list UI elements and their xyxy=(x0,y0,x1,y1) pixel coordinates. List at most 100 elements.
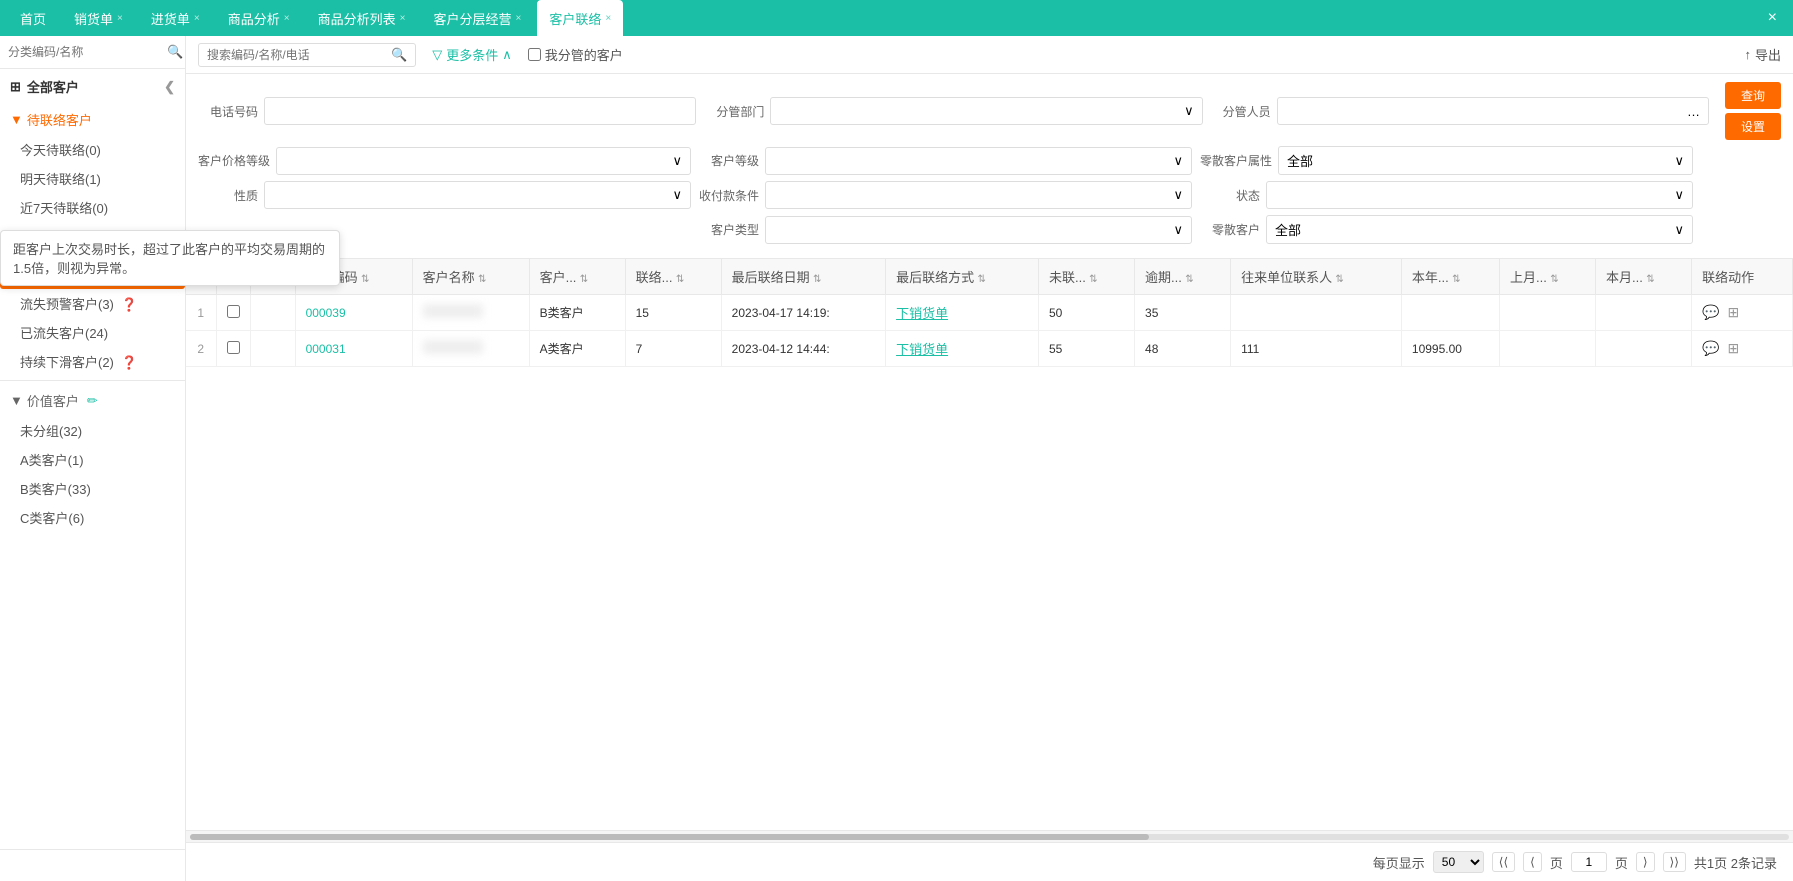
price-level-select[interactable]: ∨ xyxy=(276,147,691,175)
query-button[interactable]: 查询 xyxy=(1725,82,1781,109)
tab-sales[interactable]: 销货单 × xyxy=(62,0,135,36)
page-label-end: 页 xyxy=(1615,853,1628,872)
person-input[interactable]: … xyxy=(1277,97,1709,125)
retail-customer-select[interactable]: 全部∨ xyxy=(1266,215,1693,244)
grid-icon: ⊞ xyxy=(10,79,21,95)
sidebar-value-header[interactable]: ▼ 价值客户 ✏ xyxy=(0,385,185,416)
per-page-select[interactable]: 50 100 200 xyxy=(1433,851,1484,873)
search-box: 🔍 xyxy=(198,43,416,67)
retail-attr-select[interactable]: 全部∨ xyxy=(1278,146,1693,175)
close-icon[interactable]: × xyxy=(605,13,611,24)
sidebar-item-b-class[interactable]: B类客户(33) xyxy=(0,474,185,503)
page-number-input[interactable] xyxy=(1571,852,1607,872)
next-page-button[interactable]: ⟩ xyxy=(1636,852,1655,872)
col-unit-contact[interactable]: 往来单位联系人 ⇅ xyxy=(1231,259,1402,295)
sidebar-item-tomorrow[interactable]: 明天待联络(1) xyxy=(0,164,185,193)
close-all-button[interactable]: × xyxy=(1760,9,1785,27)
filter-cell-retail-attr: 零散客户属性 全部∨ xyxy=(1200,146,1693,175)
sidebar-pending-header[interactable]: ▼ 待联络客户 xyxy=(0,104,185,135)
sidebar-item-c-class[interactable]: C类客户(6) xyxy=(0,503,185,532)
contact-method-link[interactable]: 下销货单 xyxy=(896,306,948,321)
tab-product-analysis-list[interactable]: 商品分析列表 × xyxy=(306,0,418,36)
customer-type-select[interactable]: ∨ xyxy=(765,216,1192,244)
tab-product-analysis[interactable]: 商品分析 × xyxy=(216,0,302,36)
sort-icon: ⇅ xyxy=(1646,274,1654,285)
last-page-button[interactable]: ⟩⟩ xyxy=(1663,852,1686,872)
payment-select[interactable]: ∨ xyxy=(765,181,1192,209)
more-action-icon[interactable]: ⊞ xyxy=(1728,340,1740,357)
total-records: 共1页 2条记录 xyxy=(1694,853,1777,872)
row-last-contact-method[interactable]: 下销货单 xyxy=(886,331,1039,367)
scrollbar-track xyxy=(190,834,1789,840)
tooltip-box: 距客户上次交易时长，超过了此客户的平均交易周期的1.5倍，则视为异常。 xyxy=(186,230,340,286)
tab-home[interactable]: 首页 xyxy=(8,0,58,36)
contact-icon[interactable]: 💬 xyxy=(1702,304,1719,321)
col-overdue[interactable]: 逾期... ⇅ xyxy=(1135,259,1231,295)
close-icon[interactable]: × xyxy=(400,13,406,24)
col-last-contact-date[interactable]: 最后联络日期 ⇅ xyxy=(721,259,885,295)
scrollbar-thumb[interactable] xyxy=(190,834,1149,840)
row-this-month xyxy=(1596,331,1692,367)
col-last-contact-method[interactable]: 最后联络方式 ⇅ xyxy=(886,259,1039,295)
close-icon[interactable]: × xyxy=(284,13,290,24)
col-uncontacted[interactable]: 未联... ⇅ xyxy=(1038,259,1134,295)
row-checkbox[interactable] xyxy=(227,341,240,354)
row-last-contact-method[interactable]: 下销货单 xyxy=(886,295,1039,331)
sidebar-item-a-class[interactable]: A类客户(1) xyxy=(0,445,185,474)
sidebar-search-input[interactable] xyxy=(8,45,163,59)
sort-icon: ⇅ xyxy=(478,274,486,285)
col-last-month[interactable]: 上月... ⇅ xyxy=(1500,259,1596,295)
col-type[interactable]: 客户... ⇅ xyxy=(529,259,625,295)
sidebar-item-7days[interactable]: 近7天待联络(0) xyxy=(0,193,185,222)
sort-icon: ⇅ xyxy=(1550,274,1558,285)
contact-icon[interactable]: 💬 xyxy=(1702,340,1719,357)
close-icon[interactable]: × xyxy=(515,13,521,24)
nature-select[interactable]: ∨ xyxy=(264,181,691,209)
sidebar-item-already-lost[interactable]: 已流失客户(24) xyxy=(0,318,185,347)
export-button[interactable]: ↑ 导出 xyxy=(1744,45,1781,64)
content-area: 🔍 ▽ 更多条件 ∧ 我分管的客户 ↑ 导出 电话号码 xyxy=(186,36,1793,881)
row-code[interactable]: 000031 xyxy=(295,331,412,367)
retail-attr-label: 零散客户属性 xyxy=(1200,152,1272,169)
sidebar-bottom xyxy=(0,849,185,881)
row-code[interactable]: 000039 xyxy=(295,295,412,331)
sidebar-all-customers[interactable]: ⊞ 全部客户 ❮ xyxy=(0,69,185,104)
edit-icon[interactable]: ✏ xyxy=(87,393,98,409)
sidebar-item-ungrouped[interactable]: 未分组(32) xyxy=(0,416,185,445)
settings-button[interactable]: 设置 xyxy=(1725,113,1781,140)
customer-grade-select[interactable]: ∨ xyxy=(765,147,1192,175)
row-checkbox[interactable] xyxy=(227,305,240,318)
contact-method-link[interactable]: 下销货单 xyxy=(896,342,948,357)
my-customer-checkbox[interactable] xyxy=(528,48,541,61)
col-name[interactable]: 客户名称 ⇅ xyxy=(412,259,529,295)
search-input[interactable] xyxy=(207,48,387,62)
sidebar-item-today[interactable]: 今天待联络(0) xyxy=(0,135,185,164)
col-this-year[interactable]: 本年... ⇅ xyxy=(1401,259,1499,295)
collapse-icon[interactable]: ❮ xyxy=(164,79,175,95)
col-contact[interactable]: 联络... ⇅ xyxy=(625,259,721,295)
row-settings-cell xyxy=(250,295,295,331)
tab-purchase[interactable]: 进货单 × xyxy=(139,0,212,36)
dept-select[interactable]: ∨ xyxy=(770,97,1202,125)
row-name xyxy=(412,331,529,367)
first-page-button[interactable]: ⟨⟨ xyxy=(1492,852,1515,872)
sidebar-item-lost-predicted[interactable]: 流失预警客户(3) ❓ xyxy=(0,289,185,318)
filter-row-4: … 客户类型 ∨ 零散客户 全部∨ xyxy=(198,215,1781,244)
close-icon[interactable]: × xyxy=(194,13,200,24)
prev-page-button[interactable]: ⟨ xyxy=(1523,852,1542,872)
sidebar-item-continuous-down[interactable]: 持续下滑客户(2) ❓ xyxy=(0,347,185,376)
close-icon[interactable]: × xyxy=(117,13,123,24)
phone-input[interactable] xyxy=(264,97,696,125)
horizontal-scrollbar[interactable] xyxy=(186,830,1793,842)
filter-cell-retail-customer: 零散客户 全部∨ xyxy=(1200,215,1693,244)
col-this-month[interactable]: 本月... ⇅ xyxy=(1596,259,1692,295)
tab-customer-contact[interactable]: 客户联络 × xyxy=(537,0,623,36)
top-nav: 首页 销货单 × 进货单 × 商品分析 × 商品分析列表 × 客户分层经营 × … xyxy=(0,0,1793,36)
search-icon[interactable]: 🔍 xyxy=(167,44,183,60)
tab-customer-tier[interactable]: 客户分层经营 × xyxy=(421,0,533,36)
more-conditions-button[interactable]: ▽ 更多条件 ∧ xyxy=(424,42,520,67)
filter-cell-dept: 分管部门 ∨ xyxy=(704,97,1202,125)
search-icon[interactable]: 🔍 xyxy=(391,47,407,63)
status-select[interactable]: ∨ xyxy=(1266,181,1693,209)
more-action-icon[interactable]: ⊞ xyxy=(1728,304,1740,321)
